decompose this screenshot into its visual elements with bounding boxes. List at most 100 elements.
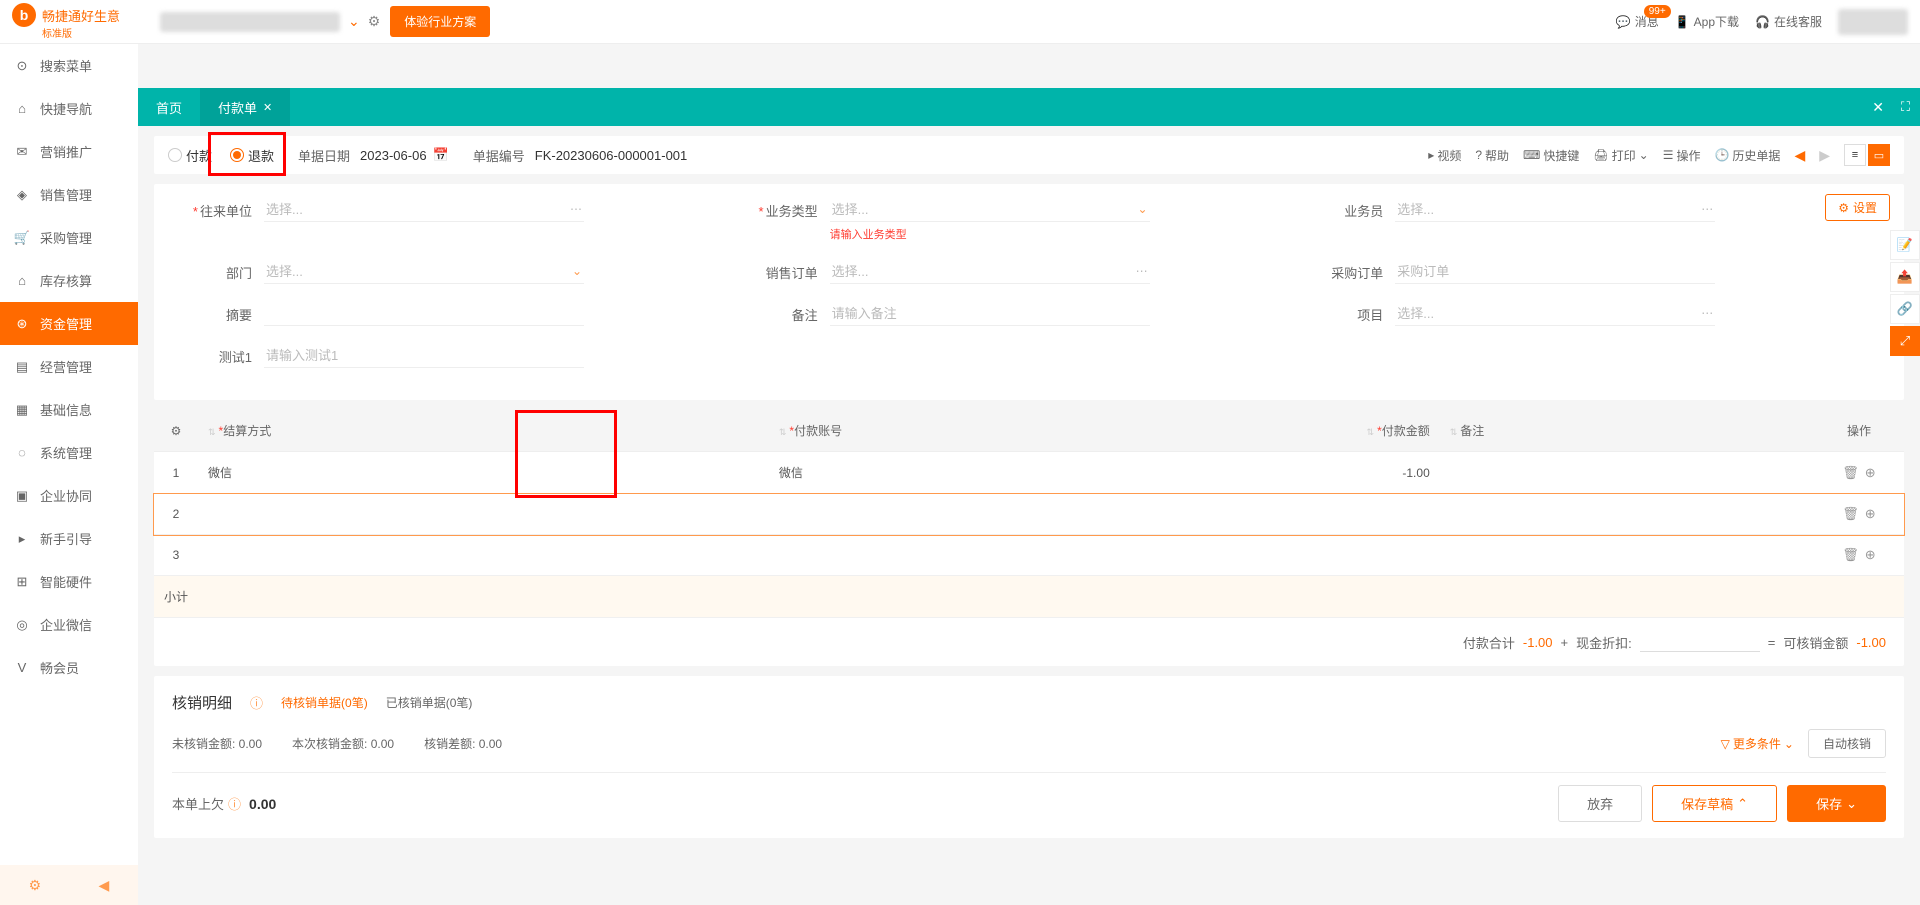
clerk-input[interactable]	[1395, 198, 1715, 222]
video-link[interactable]: ▸视频	[1428, 147, 1461, 164]
app-download-link[interactable]: 📱 App下载	[1675, 13, 1739, 30]
sidebar-item-新手引导[interactable]: ▸新手引导	[0, 517, 138, 560]
col-remark[interactable]: ⇅备注	[1440, 410, 1814, 452]
float-link-icon[interactable]: 🔗	[1890, 294, 1920, 324]
sidebar-item-资金管理[interactable]: ⊛资金管理	[0, 302, 138, 345]
purchase-order-field: 采购订单	[1303, 260, 1869, 284]
table-row[interactable]: 1微信微信-1.00🗑⊕	[154, 452, 1904, 494]
add-icon[interactable]: ⊕	[1865, 465, 1876, 480]
table-row[interactable]: 3🗑⊕	[154, 535, 1904, 576]
summary-input[interactable]	[264, 302, 584, 326]
sidebar-item-畅会员[interactable]: V畅会员	[0, 646, 138, 689]
fullscreen-icon[interactable]: ⛶	[1901, 99, 1910, 115]
col-amount[interactable]: ⇅*付款金额	[1340, 410, 1440, 452]
sidebar-item-label: 搜索菜单	[40, 56, 92, 75]
ops-link[interactable]: ☰操作	[1663, 147, 1701, 164]
tab-付款单[interactable]: 付款单✕	[200, 88, 290, 126]
gear-icon[interactable]: ⚙	[368, 13, 381, 30]
tab-done[interactable]: 已核销单据(0笔)	[386, 694, 473, 711]
messages-link[interactable]: 💬 消息 99+	[1616, 13, 1659, 30]
user-avatar-blurred[interactable]	[1838, 9, 1908, 35]
sidebar-item-系统管理[interactable]: ◌系统管理	[0, 431, 138, 474]
float-export-icon[interactable]: 📤	[1890, 262, 1920, 292]
collapse-icon[interactable]: ◀	[99, 877, 110, 894]
partner-input[interactable]	[264, 198, 584, 222]
shortcut-link[interactable]: ⌨快捷键	[1523, 147, 1579, 164]
tab-pending[interactable]: 待核销单据(0笔)	[281, 694, 368, 711]
float-note-icon[interactable]: 📝	[1890, 230, 1920, 260]
next-bill-arrow[interactable]: ▶	[1819, 147, 1830, 164]
settings-icon[interactable]: ⚙	[29, 877, 42, 894]
sidebar-item-智能硬件[interactable]: ⊞智能硬件	[0, 560, 138, 603]
bill-no-value: FK-20230606-000001-001	[535, 148, 688, 163]
sidebar-item-采购管理[interactable]: 🛒采购管理	[0, 216, 138, 259]
project-input[interactable]	[1395, 302, 1715, 326]
calendar-icon[interactable]: 📅	[433, 147, 449, 163]
menu-icon: V	[14, 660, 30, 676]
sidebar-item-企业协同[interactable]: ▣企业协同	[0, 474, 138, 517]
sale-order-input[interactable]	[830, 260, 1150, 284]
save-draft-button[interactable]: 保存草稿⌃	[1652, 785, 1777, 822]
float-expand-icon[interactable]: ⤢	[1890, 326, 1920, 356]
sidebar-item-库存核算[interactable]: ⌂库存核算	[0, 259, 138, 302]
sidebar-item-企业微信[interactable]: ◎企业微信	[0, 603, 138, 646]
remark-field: 备注	[738, 302, 1304, 326]
add-icon[interactable]: ⊕	[1865, 506, 1876, 521]
tab-首页[interactable]: 首页	[138, 88, 200, 126]
view-detail-button[interactable]: ▭	[1868, 144, 1890, 166]
close-icon[interactable]: ✕	[263, 101, 272, 114]
auto-writeoff-button[interactable]: 自动核销	[1808, 729, 1886, 758]
delete-icon[interactable]: 🗑	[1842, 506, 1859, 521]
sidebar-item-快捷导航[interactable]: ⌂快捷导航	[0, 87, 138, 130]
sidebar-item-经营管理[interactable]: ▤经营管理	[0, 345, 138, 388]
info-icon[interactable]: ⓘ	[250, 693, 263, 712]
col-gear[interactable]: ⚙	[154, 410, 198, 452]
discard-button[interactable]: 放弃	[1558, 785, 1642, 822]
sidebar-item-label: 库存核算	[40, 271, 92, 290]
cash-discount-input[interactable]	[1640, 632, 1760, 652]
add-icon[interactable]: ⊕	[1865, 547, 1876, 562]
biz-type-input[interactable]	[830, 198, 1150, 222]
more-conditions-link[interactable]: ▽更多条件⌄	[1721, 735, 1794, 752]
chevron-down-icon[interactable]: ⌄	[1138, 202, 1148, 216]
history-link[interactable]: 🕒历史单据	[1714, 147, 1780, 164]
info-icon[interactable]: ⓘ	[228, 794, 241, 813]
print-link[interactable]: 🖨打印⌄	[1593, 147, 1648, 164]
save-button[interactable]: 保存⌄	[1787, 785, 1886, 822]
sidebar-item-销售管理[interactable]: ◈销售管理	[0, 173, 138, 216]
help-link[interactable]: ?帮助	[1475, 147, 1509, 164]
table-row[interactable]: 2🗑⊕	[154, 494, 1904, 535]
header-right: 💬 消息 99+ 📱 App下载 🎧 在线客服	[1616, 9, 1908, 35]
close-all-tabs-icon[interactable]: ✕	[1872, 99, 1884, 116]
purchase-order-input[interactable]	[1395, 260, 1715, 284]
sidebar-item-基础信息[interactable]: ▦基础信息	[0, 388, 138, 431]
online-service-link[interactable]: 🎧 在线客服	[1755, 13, 1822, 30]
radio-payment[interactable]: 付款	[168, 146, 212, 165]
dots-icon[interactable]: ⋯	[1701, 306, 1713, 320]
view-list-button[interactable]: ≡	[1844, 144, 1866, 166]
menu-icon: ◎	[14, 617, 30, 633]
dots-icon[interactable]: ⋯	[1136, 264, 1148, 278]
col-method[interactable]: ⇅*结算方式	[198, 410, 769, 452]
company-selector[interactable]: ⌄ ⚙	[160, 12, 380, 32]
remark-input[interactable]	[830, 302, 1150, 326]
sidebar-item-label: 基础信息	[40, 400, 92, 419]
prev-bill-arrow[interactable]: ◀	[1794, 147, 1805, 164]
test1-input[interactable]	[264, 344, 584, 368]
chevron-up-icon: ⌃	[1737, 796, 1748, 812]
sidebar-item-营销推广[interactable]: ✉营销推广	[0, 130, 138, 173]
delete-icon[interactable]: 🗑	[1842, 465, 1859, 480]
dots-icon[interactable]: ⋯	[570, 202, 582, 216]
trial-button[interactable]: 体验行业方案	[390, 6, 490, 37]
dept-input[interactable]	[264, 260, 584, 284]
dots-icon[interactable]: ⋯	[1701, 202, 1713, 216]
chevron-down-icon[interactable]: ⌄	[572, 264, 582, 278]
summary-field: 摘要	[172, 302, 738, 326]
help-icon: ?	[1475, 148, 1482, 162]
bill-date-value[interactable]: 2023-06-06	[360, 148, 427, 163]
settings-button[interactable]: ⚙设置	[1825, 194, 1890, 221]
sidebar-item-搜索菜单[interactable]: ⊙搜索菜单	[0, 44, 138, 87]
delete-icon[interactable]: 🗑	[1842, 547, 1859, 562]
radio-refund[interactable]: 退款	[230, 146, 274, 165]
col-account[interactable]: ⇅*付款账号	[769, 410, 1340, 452]
